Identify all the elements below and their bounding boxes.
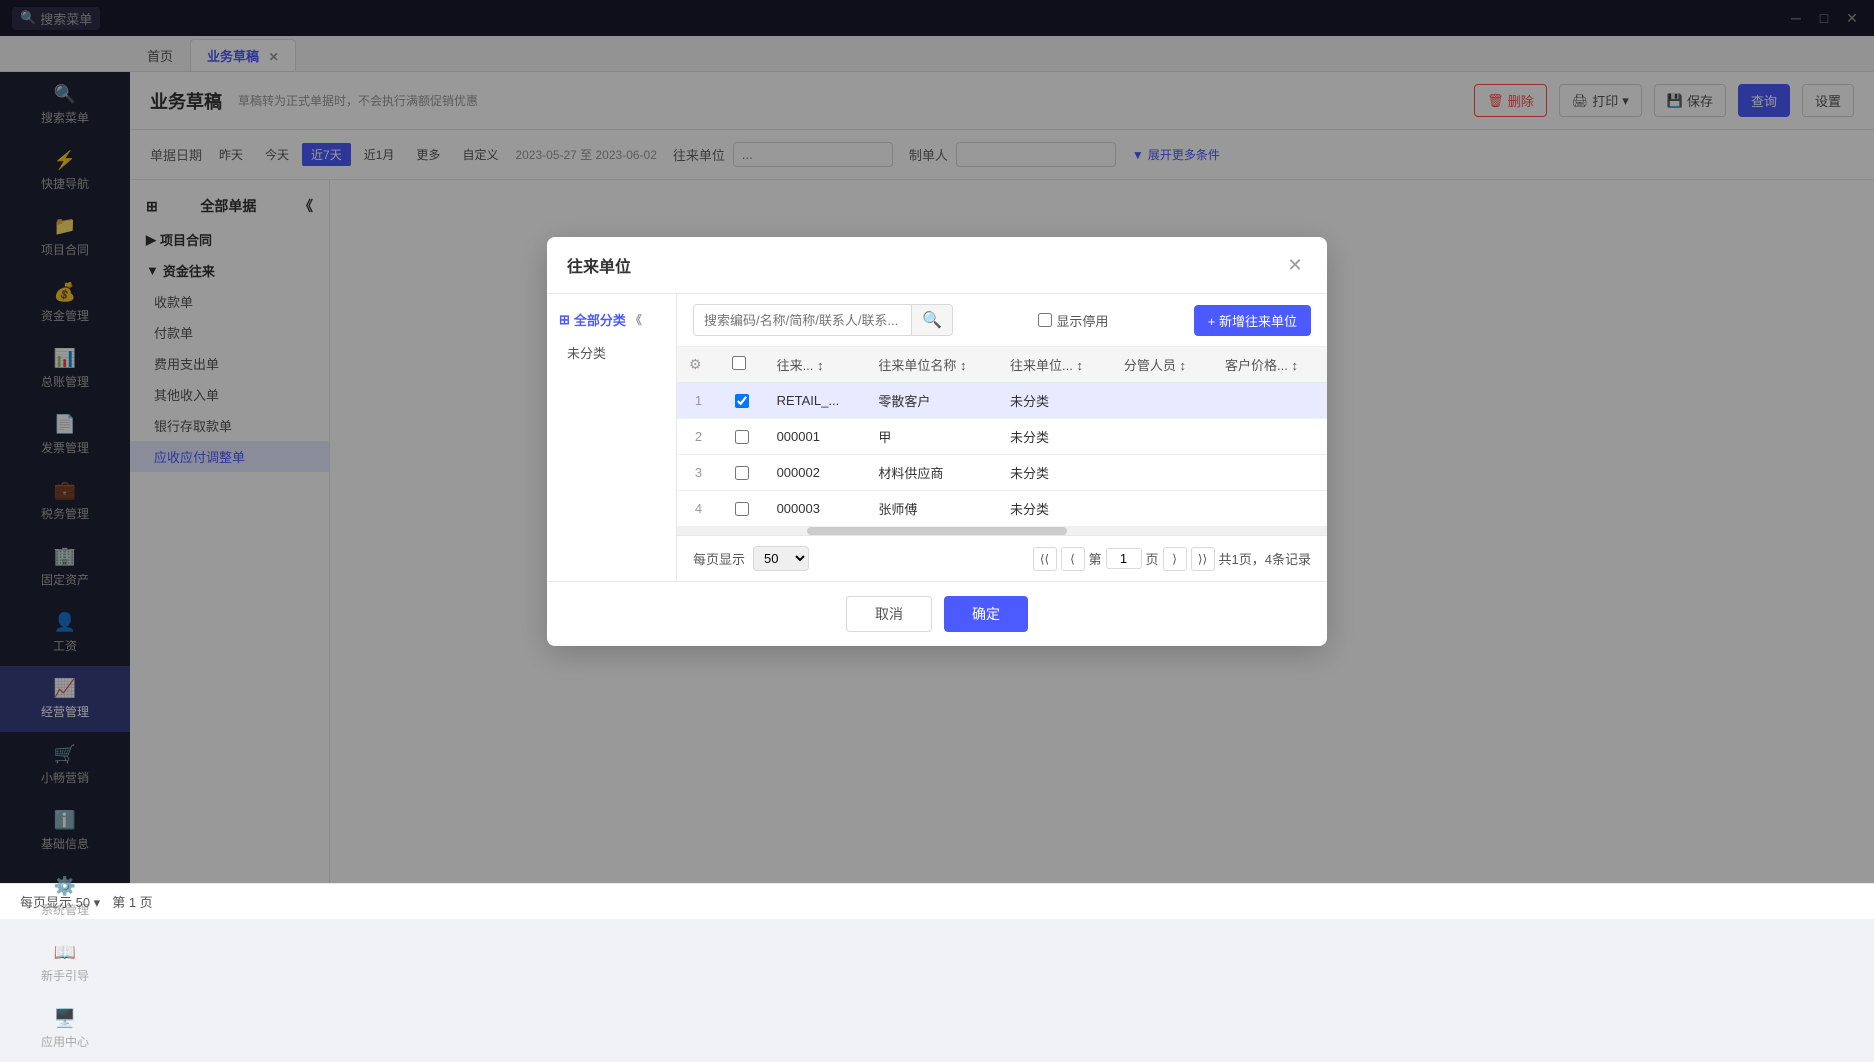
horizontal-scrollbar[interactable] [677, 527, 1327, 535]
table-row[interactable]: 1 RETAIL_... 零散客户 未分类 [677, 383, 1327, 419]
sidebar-app-label: 应用中心 [41, 1033, 89, 1050]
modal-title: 往来单位 [567, 253, 631, 277]
row-1-manager [1112, 383, 1213, 419]
show-disabled-label: 显示停用 [1056, 311, 1108, 330]
page-number-input[interactable] [1106, 548, 1142, 569]
row-num-3: 3 [677, 455, 720, 491]
row-3-name: 材料供应商 [866, 455, 998, 491]
next-page-button[interactable]: ⟩ [1163, 547, 1187, 571]
col-cat-sort-icon[interactable]: ↕ [1076, 358, 1083, 373]
row-4-name: 张师傅 [866, 491, 998, 527]
scrollbar-thumb[interactable] [807, 527, 1067, 535]
modal-footer-bar: 每页显示 50 100 200 ⟨⟨ ⟨ 第 页 ⟩ [677, 535, 1327, 581]
col-price-sort-icon[interactable]: ↕ [1292, 358, 1299, 373]
row-2-checkbox[interactable] [735, 430, 749, 444]
select-all-checkbox[interactable] [732, 356, 746, 370]
show-disabled-check[interactable]: 显示停用 [1038, 311, 1108, 330]
sidebar-item-app[interactable]: 🖥️ 应用中心 [0, 996, 130, 1062]
modal-unclassified-label: 未分类 [567, 346, 606, 361]
modal-search-box[interactable]: 🔍 [693, 304, 953, 336]
row-3-code: 000002 [765, 455, 867, 491]
app-icon: 🖥️ [54, 1008, 76, 1029]
sidebar-guide-label: 新手引导 [41, 967, 89, 984]
row-1-category: 未分类 [998, 383, 1112, 419]
modal-sidebar-all[interactable]: ⊞ 全部分类 《 [547, 302, 676, 337]
add-new-label: + 新增往来单位 [1208, 314, 1297, 329]
col-mgr-sort-icon[interactable]: ↕ [1180, 358, 1187, 373]
bottom-total: 第 1 页 [112, 892, 152, 911]
bottom-page-info: 每页显示 50 ▾ [20, 892, 100, 911]
row-2-price [1213, 419, 1327, 455]
cancel-label: 取消 [875, 606, 903, 622]
row-4-code: 000003 [765, 491, 867, 527]
row-3-checkbox[interactable] [735, 466, 749, 480]
modal-sidebar: ⊞ 全部分类 《 未分类 [547, 294, 677, 581]
row-1-price [1213, 383, 1327, 419]
modal-sidebar-collapse-icon[interactable]: 《 [630, 311, 642, 328]
row-1-checkbox[interactable] [735, 394, 749, 408]
row-2-category: 未分类 [998, 419, 1112, 455]
row-4-checkbox[interactable] [735, 502, 749, 516]
col-code-header: 往来... ↕ [765, 347, 867, 383]
pagination-controls: ⟨⟨ ⟨ 第 页 ⟩ ⟩⟩ 共1页，4条记录 [1033, 547, 1312, 571]
col-category-header: 往来单位... ↕ [998, 347, 1112, 383]
row-2-code: 000001 [765, 419, 867, 455]
modal-main: 🔍 显示停用 + 新增往来单位 ⚙ [677, 294, 1327, 581]
modal-toolbar: 🔍 显示停用 + 新增往来单位 [677, 294, 1327, 347]
modal-actions: 取消 确定 [547, 581, 1327, 646]
col-name-sort-icon[interactable]: ↕ [960, 358, 967, 373]
row-1-code: RETAIL_... [765, 383, 867, 419]
modal-sidebar-unclassified[interactable]: 未分类 [547, 337, 676, 368]
modal-body: ⊞ 全部分类 《 未分类 🔍 显示停 [547, 294, 1327, 581]
modal-overlay[interactable]: 往来单位 ✕ ⊞ 全部分类 《 未分类 [0, 0, 1874, 883]
row-num-2: 2 [677, 419, 720, 455]
row-num-4: 4 [677, 491, 720, 527]
row-3-price [1213, 455, 1327, 491]
sidebar-item-guide[interactable]: 📖 新手引导 [0, 930, 130, 996]
grid-modal-icon: ⊞ [559, 312, 570, 328]
col-price-header: 客户价格... ↕ [1213, 347, 1327, 383]
pagination-left: 每页显示 50 100 200 [693, 546, 809, 571]
row-2-name: 甲 [866, 419, 998, 455]
col-settings-icon[interactable]: ⚙ [689, 356, 702, 372]
show-disabled-checkbox[interactable] [1038, 313, 1052, 327]
row-num-1: 1 [677, 383, 720, 419]
modal-header: 往来单位 ✕ [547, 237, 1327, 294]
col-name-header: 往来单位名称 ↕ [866, 347, 998, 383]
row-3-manager [1112, 455, 1213, 491]
modal-search-input[interactable] [694, 308, 911, 333]
modal-close-button[interactable]: ✕ [1283, 253, 1307, 277]
table-row[interactable]: 3 000002 材料供应商 未分类 [677, 455, 1327, 491]
modal-counterparty: 往来单位 ✕ ⊞ 全部分类 《 未分类 [547, 237, 1327, 646]
confirm-label: 确定 [972, 606, 1000, 622]
total-info: 共1页，4条记录 [1219, 549, 1311, 568]
col-sort-icon[interactable]: ↕ [817, 358, 824, 373]
per-page-select[interactable]: 50 100 200 [753, 546, 809, 571]
page-suffix: 页 [1146, 549, 1159, 568]
table-row[interactable]: 2 000001 甲 未分类 [677, 419, 1327, 455]
row-4-category: 未分类 [998, 491, 1112, 527]
col-manager-header: 分管人员 ↕ [1112, 347, 1213, 383]
modal-table: ⚙ 往来... ↕ 往来单位名称 ↕ 往来单位... ↕ 分管人员 ↕ 客户价格… [677, 347, 1327, 527]
modal-all-label: 全部分类 [574, 310, 626, 329]
page-label: 第 [1089, 549, 1102, 568]
first-page-button[interactable]: ⟨⟨ [1033, 547, 1057, 571]
row-3-category: 未分类 [998, 455, 1112, 491]
confirm-button[interactable]: 确定 [944, 596, 1028, 632]
cancel-button[interactable]: 取消 [846, 596, 932, 632]
bottom-bar: 每页显示 50 ▾ 第 1 页 [0, 883, 1874, 919]
last-page-button[interactable]: ⟩⟩ [1191, 547, 1215, 571]
counterparty-table: ⚙ 往来... ↕ 往来单位名称 ↕ 往来单位... ↕ 分管人员 ↕ 客户价格… [677, 347, 1327, 527]
table-row[interactable]: 4 000003 张师傅 未分类 [677, 491, 1327, 527]
row-4-price [1213, 491, 1327, 527]
add-new-counterparty-button[interactable]: + 新增往来单位 [1194, 305, 1311, 336]
guide-icon: 📖 [54, 942, 76, 963]
row-2-manager [1112, 419, 1213, 455]
row-4-manager [1112, 491, 1213, 527]
prev-page-button[interactable]: ⟨ [1061, 547, 1085, 571]
modal-search-button[interactable]: 🔍 [911, 305, 952, 335]
per-page-label: 每页显示 [693, 549, 745, 568]
row-1-name: 零散客户 [866, 383, 998, 419]
